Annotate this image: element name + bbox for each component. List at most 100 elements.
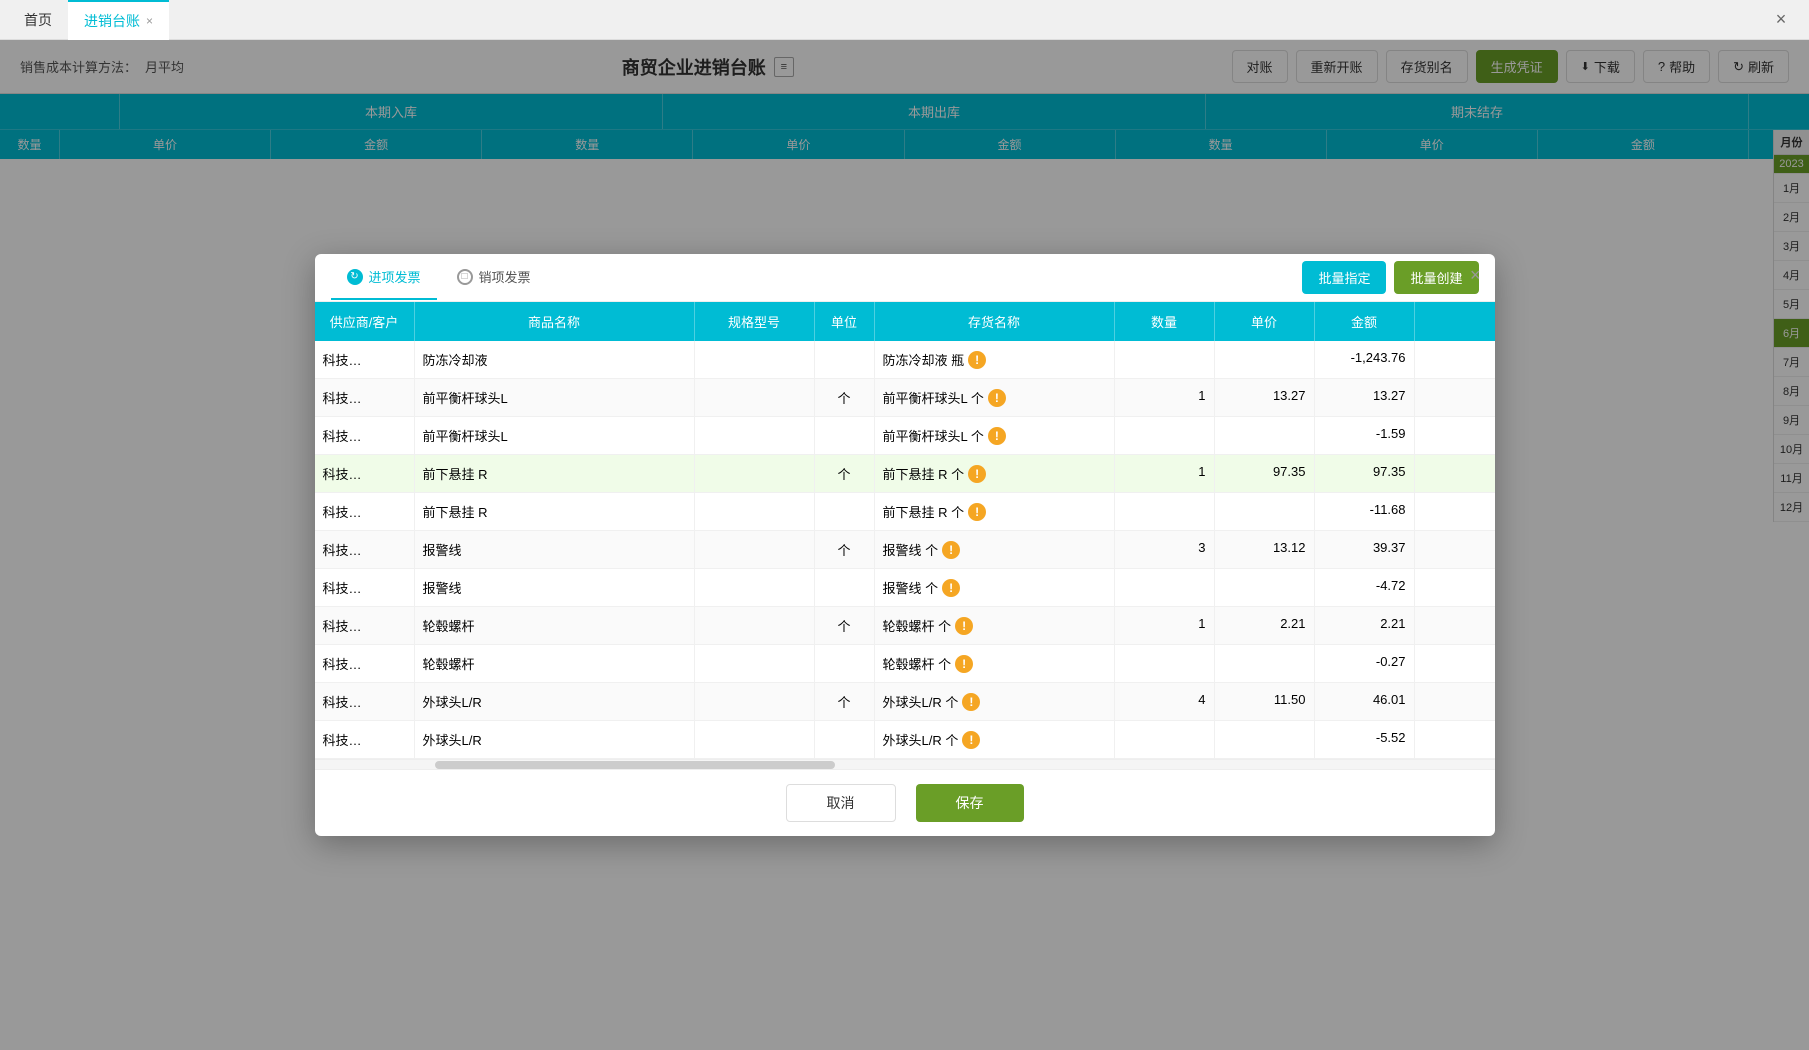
warning-icon: !	[942, 541, 960, 559]
td-amount: -0.27	[1315, 645, 1415, 682]
td-quantity	[1115, 721, 1215, 758]
batch-create-button[interactable]: 批量创建	[1394, 261, 1478, 294]
warning-icon: !	[962, 731, 980, 749]
td-spec	[695, 341, 815, 378]
td-quantity	[1115, 341, 1215, 378]
td-supplier: 科技…	[315, 721, 415, 758]
tab-sales-invoice[interactable]: □ 销项发票	[441, 255, 547, 300]
td-quantity	[1115, 417, 1215, 454]
th-unit-price: 单价	[1215, 302, 1315, 341]
td-quantity	[1115, 493, 1215, 530]
save-button[interactable]: 保存	[916, 784, 1024, 822]
th-spec: 规格型号	[695, 302, 815, 341]
td-inventory-name: 外球头L/R 个 !	[875, 683, 1115, 720]
td-unit-price	[1215, 417, 1315, 454]
td-inventory-name: 前下悬挂 R 个 !	[875, 493, 1115, 530]
td-spec	[695, 645, 815, 682]
td-quantity	[1115, 645, 1215, 682]
tab-current[interactable]: 进销台账 ×	[68, 0, 169, 40]
td-unit-price	[1215, 493, 1315, 530]
batch-assign-button[interactable]: 批量指定	[1302, 261, 1386, 294]
td-unit: 个	[815, 455, 875, 492]
td-spec	[695, 379, 815, 416]
td-unit-price: 13.27	[1215, 379, 1315, 416]
td-quantity: 4	[1115, 683, 1215, 720]
input-invoice-icon: ↻	[347, 269, 363, 285]
td-supplier: 科技…	[315, 379, 415, 416]
td-amount: 39.37	[1315, 531, 1415, 568]
th-product-name: 商品名称	[415, 302, 695, 341]
td-supplier: 科技…	[315, 531, 415, 568]
td-inventory-name: 报警线 个 !	[875, 569, 1115, 606]
table-row: 科技… 报警线 个 报警线 个 ! 3 13.12 39.37	[315, 531, 1495, 569]
td-inventory-name: 轮毂螺杆 个 !	[875, 607, 1115, 644]
td-unit-price	[1215, 645, 1315, 682]
td-spec	[695, 455, 815, 492]
modal-scrollbar[interactable]	[315, 759, 1495, 769]
sales-invoice-label: 销项发票	[479, 267, 531, 286]
modal-footer: 取消 保存	[315, 769, 1495, 836]
warning-icon: !	[968, 503, 986, 521]
td-amount: 2.21	[1315, 607, 1415, 644]
td-spec	[695, 607, 815, 644]
td-unit: 个	[815, 607, 875, 644]
tab-input-invoice[interactable]: ↻ 进项发票	[331, 255, 437, 300]
td-unit	[815, 341, 875, 378]
warning-icon: !	[955, 655, 973, 673]
td-supplier: 科技…	[315, 493, 415, 530]
td-unit: 个	[815, 683, 875, 720]
th-supplier: 供应商/客户	[315, 302, 415, 341]
tab-current-label: 进销台账	[84, 11, 140, 31]
main-content: 销售成本计算方法： 月平均 商贸企业进销台账 ≡ 对账 重新开账 存货别名 生成…	[0, 40, 1809, 1050]
modal-close-button[interactable]: ×	[1470, 266, 1481, 284]
table-row: 科技… 防冻冷却液 防冻冷却液 瓶 ! -1,243.76	[315, 341, 1495, 379]
modal-header-actions: 批量指定 批量创建	[1302, 261, 1478, 294]
th-quantity: 数量	[1115, 302, 1215, 341]
td-amount: -1,243.76	[1315, 341, 1415, 378]
warning-icon: !	[968, 351, 986, 369]
input-invoice-label: 进项发票	[369, 267, 421, 286]
td-spec	[695, 721, 815, 758]
window-close-button[interactable]: ×	[1761, 0, 1801, 40]
table-row: 科技… 外球头L/R 个 外球头L/R 个 ! 4 11.50 46.01	[315, 683, 1495, 721]
td-amount: -11.68	[1315, 493, 1415, 530]
td-product-name: 外球头L/R	[415, 683, 695, 720]
warning-icon: !	[988, 389, 1006, 407]
td-unit-price	[1215, 569, 1315, 606]
th-amount: 金额	[1315, 302, 1415, 341]
th-inventory-name: 存货名称	[875, 302, 1115, 341]
modal-dialog: ↻ 进项发票 □ 销项发票 批量指定 批量创建 ×	[315, 254, 1495, 836]
td-quantity	[1115, 569, 1215, 606]
td-inventory-name: 轮毂螺杆 个 !	[875, 645, 1115, 682]
td-unit	[815, 569, 875, 606]
td-unit-price: 2.21	[1215, 607, 1315, 644]
td-inventory-name: 报警线 个 !	[875, 531, 1115, 568]
tab-close-icon[interactable]: ×	[146, 14, 153, 28]
td-unit-price: 97.35	[1215, 455, 1315, 492]
td-inventory-name: 前下悬挂 R 个 !	[875, 455, 1115, 492]
td-spec	[695, 417, 815, 454]
td-supplier: 科技…	[315, 683, 415, 720]
td-inventory-name: 防冻冷却液 瓶 !	[875, 341, 1115, 378]
modal-scrollbar-thumb[interactable]	[435, 761, 835, 769]
td-amount: -4.72	[1315, 569, 1415, 606]
td-amount: 97.35	[1315, 455, 1415, 492]
cancel-button[interactable]: 取消	[786, 784, 896, 822]
tab-home[interactable]: 首页	[8, 0, 68, 40]
sales-invoice-icon: □	[457, 269, 473, 285]
table-row: 科技… 轮毂螺杆 轮毂螺杆 个 ! -0.27	[315, 645, 1495, 683]
td-unit-price: 13.12	[1215, 531, 1315, 568]
td-product-name: 前平衡杆球头L	[415, 417, 695, 454]
warning-icon: !	[968, 465, 986, 483]
td-unit	[815, 645, 875, 682]
td-product-name: 外球头L/R	[415, 721, 695, 758]
td-unit-price	[1215, 721, 1315, 758]
td-unit	[815, 493, 875, 530]
modal-table-header: 供应商/客户 商品名称 规格型号 单位 存货名称 数量	[315, 302, 1495, 341]
td-unit	[815, 721, 875, 758]
td-supplier: 科技…	[315, 569, 415, 606]
td-product-name: 防冻冷却液	[415, 341, 695, 378]
table-row: 科技… 轮毂螺杆 个 轮毂螺杆 个 ! 1 2.21 2.21	[315, 607, 1495, 645]
table-row: 科技… 外球头L/R 外球头L/R 个 ! -5.52	[315, 721, 1495, 759]
td-spec	[695, 683, 815, 720]
